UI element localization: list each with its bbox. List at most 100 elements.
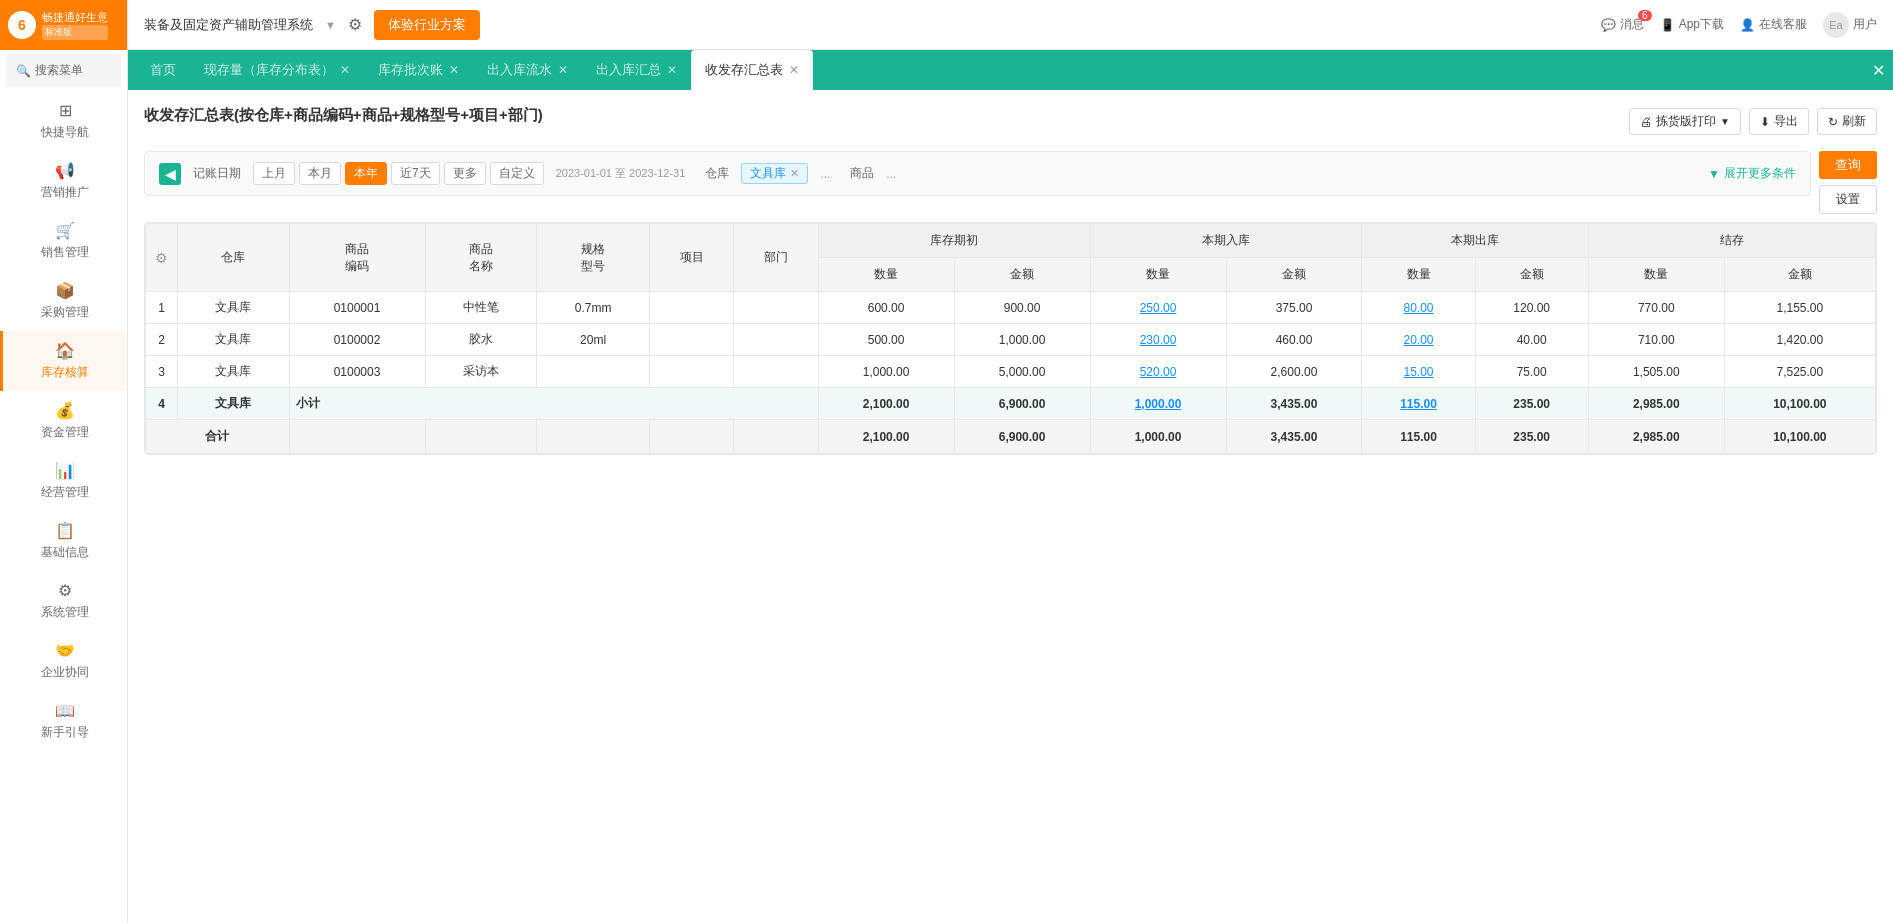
row-no: 2 — [146, 324, 178, 356]
tab-home[interactable]: 首页 — [136, 50, 190, 90]
subtotal-in-qty[interactable]: 1,000.00 — [1090, 388, 1226, 420]
sidebar-item-system[interactable]: ⚙ 系统管理 — [0, 571, 127, 631]
operations-icon: 📊 — [55, 461, 75, 480]
sidebar-item-collab[interactable]: 🤝 企业协同 — [0, 631, 127, 691]
query-button[interactable]: 查询 — [1819, 151, 1877, 179]
sidebar-item-basic[interactable]: 📋 基础信息 — [0, 511, 127, 571]
col-in-header: 本期入库 — [1090, 224, 1362, 258]
date-btn-7days[interactable]: 近7天 — [391, 162, 440, 185]
subtotal-no: 4 — [146, 388, 178, 420]
date-btn-more[interactable]: 更多 — [444, 162, 486, 185]
row-open-amt: 900.00 — [954, 292, 1090, 324]
row-warehouse: 文具库 — [178, 292, 290, 324]
sidebar-item-inventory[interactable]: 🏠 库存核算 — [0, 331, 127, 391]
col-opening-header: 库存期初 — [818, 224, 1090, 258]
date-btn-this-year[interactable]: 本年 — [345, 162, 387, 185]
row-out-qty[interactable]: 80.00 — [1362, 292, 1475, 324]
tab-batch-label: 库存批次账 — [378, 61, 443, 79]
sidebar-item-label: 快捷导航 — [41, 124, 89, 141]
tab-inout-summary-close[interactable]: ✕ — [667, 63, 677, 77]
user-action[interactable]: Ea 用户 — [1823, 12, 1877, 38]
col-in-amt: 金额 — [1226, 258, 1362, 292]
row-in-qty[interactable]: 520.00 — [1090, 356, 1226, 388]
expand-conditions-btn[interactable]: ▼ 展开更多条件 — [1708, 165, 1796, 182]
service-icon: 👤 — [1740, 18, 1755, 32]
date-btn-last-month[interactable]: 上月 — [253, 162, 295, 185]
try-button[interactable]: 体验行业方案 — [374, 10, 480, 40]
subtotal-label: 小计 — [289, 388, 818, 420]
main-area: 装备及固定资产辅助管理系统 ▼ ⚙ 体验行业方案 💬 消息 6 📱 App下载 … — [128, 0, 1893, 923]
sidebar-search[interactable]: 🔍 搜索菜单 — [6, 54, 121, 87]
total-open-qty: 2,100.00 — [818, 420, 954, 454]
tab-inout-summary[interactable]: 出入库汇总 ✕ — [582, 50, 691, 90]
table-settings-icon[interactable]: ⚙ — [155, 250, 168, 266]
row-spec: 20ml — [537, 324, 650, 356]
online-service-label: 在线客服 — [1759, 16, 1807, 33]
sidebar-item-marketing[interactable]: 📢 营销推广 — [0, 151, 127, 211]
sidebar-item-purchase[interactable]: 📦 采购管理 — [0, 271, 127, 331]
refresh-button[interactable]: ↻ 刷新 — [1817, 108, 1877, 135]
sidebar-item-label: 企业协同 — [41, 664, 89, 681]
warehouse-tag-close[interactable]: ✕ — [790, 167, 799, 180]
row-product-name: 采访本 — [425, 356, 537, 388]
logo-badge: 标准版 — [42, 25, 108, 40]
print-button[interactable]: 🖨 拣货版打印 ▼ — [1629, 108, 1741, 135]
message-action[interactable]: 💬 消息 6 — [1601, 16, 1644, 33]
sidebar-item-sales[interactable]: 🛒 销售管理 — [0, 211, 127, 271]
row-no: 3 — [146, 356, 178, 388]
warehouse-filter-label: 仓库 — [705, 165, 729, 182]
dropdown-arrow-icon: ▼ — [325, 19, 336, 31]
table-row: 3 文具库 0100003 采访本 1,000.00 5,000.00 520.… — [146, 356, 1876, 388]
date-btn-this-month[interactable]: 本月 — [299, 162, 341, 185]
online-service-action[interactable]: 👤 在线客服 — [1740, 16, 1807, 33]
guide-icon: 📖 — [55, 701, 75, 720]
total-in-amt: 3,435.00 — [1226, 420, 1362, 454]
date-buttons: 上月 本月 本年 近7天 更多 自定义 — [253, 162, 544, 185]
sidebar-item-label: 销售管理 — [41, 244, 89, 261]
tab-inout-flow-close[interactable]: ✕ — [558, 63, 568, 77]
col-out-header: 本期出库 — [1362, 224, 1588, 258]
row-warehouse: 文具库 — [178, 324, 290, 356]
tab-inout-flow[interactable]: 出入库流水 ✕ — [473, 50, 582, 90]
tabs-close-all[interactable]: ✕ — [1872, 61, 1885, 80]
row-dept — [734, 324, 818, 356]
warehouse-more[interactable]: ... — [820, 167, 830, 181]
sidebar-item-quick-nav[interactable]: ⊞ 快捷导航 — [0, 91, 127, 151]
row-in-qty[interactable]: 230.00 — [1090, 324, 1226, 356]
sales-icon: 🛒 — [55, 221, 75, 240]
tab-recv-send-close[interactable]: ✕ — [789, 63, 799, 77]
tab-stock-dist-close[interactable]: ✕ — [340, 63, 350, 77]
row-out-qty[interactable]: 20.00 — [1362, 324, 1475, 356]
product-more[interactable]: ... — [886, 167, 896, 181]
quick-nav-icon: ⊞ — [59, 101, 72, 120]
row-in-qty[interactable]: 250.00 — [1090, 292, 1226, 324]
app-download-action[interactable]: 📱 App下载 — [1660, 16, 1724, 33]
sidebar-item-guide[interactable]: 📖 新手引导 — [0, 691, 127, 751]
total-label: 合计 — [146, 420, 290, 454]
export-button[interactable]: ⬇ 导出 — [1749, 108, 1809, 135]
total-out-amt: 235.00 — [1475, 420, 1588, 454]
sidebar-item-finance[interactable]: 💰 资金管理 — [0, 391, 127, 451]
tab-batch-close[interactable]: ✕ — [449, 63, 459, 77]
col-open-qty: 数量 — [818, 258, 954, 292]
date-btn-custom[interactable]: 自定义 — [490, 162, 544, 185]
gear-settings-icon[interactable]: ⚙ — [348, 15, 362, 34]
subtotal-open-amt: 6,900.00 — [954, 388, 1090, 420]
tab-stock-dist[interactable]: 现存量（库存分布表） ✕ — [190, 50, 364, 90]
sidebar-item-operations[interactable]: 📊 经营管理 — [0, 451, 127, 511]
tab-batch[interactable]: 库存批次账 ✕ — [364, 50, 473, 90]
logo-icon: 6 — [8, 11, 36, 39]
logo-text: 畅捷通好生意 — [42, 10, 108, 25]
row-out-qty[interactable]: 15.00 — [1362, 356, 1475, 388]
search-icon: 🔍 — [16, 64, 31, 78]
system-icon: ⚙ — [58, 581, 72, 600]
filter-toggle[interactable]: ◀ — [159, 163, 181, 185]
total-in-qty: 1,000.00 — [1090, 420, 1226, 454]
date-range-display: 2023-01-01 至 2023-12-31 — [556, 166, 686, 181]
tab-recv-send-label: 收发存汇总表 — [705, 61, 783, 79]
subtotal-out-qty[interactable]: 115.00 — [1362, 388, 1475, 420]
row-close-amt: 1,155.00 — [1724, 292, 1875, 324]
settings-button[interactable]: 设置 — [1819, 185, 1877, 214]
row-warehouse: 文具库 — [178, 356, 290, 388]
tab-recv-send[interactable]: 收发存汇总表 ✕ — [691, 50, 813, 90]
